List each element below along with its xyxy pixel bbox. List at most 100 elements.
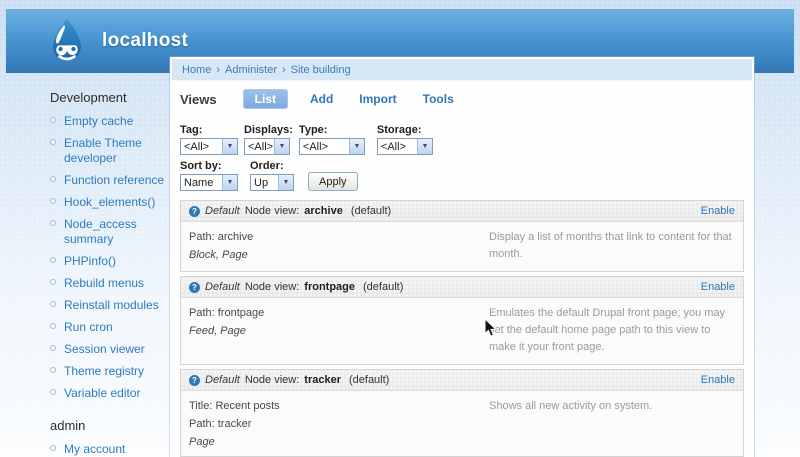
view-row-tracker: ? Default Node view: tracker (default) E… [180,369,744,457]
view-suffix: (default) [348,374,390,387]
view-path: Path: tracker [189,418,252,431]
sidebar-heading-development: Development [50,90,127,105]
breadcrumb-site-building[interactable]: Site building [291,64,351,76]
breadcrumb-administer[interactable]: Administer [225,64,277,76]
circle-bullet-icon [50,367,56,373]
sidebar-item-reinstall-modules[interactable]: Reinstall modules [50,298,168,313]
dropdown-arrow-icon: ▼ [222,175,237,190]
sidebar-link[interactable]: Function reference [64,173,164,188]
dropdown-arrow-icon: ▼ [278,175,293,190]
circle-bullet-icon [50,279,56,285]
view-row-archive: ? Default Node view: archive (default) E… [180,200,744,273]
view-kind-label: Node view: [244,374,300,387]
sidebar-item-my-account[interactable]: My account [50,442,168,457]
sidebar-item-node-access-summary[interactable]: Node_access summary [50,217,168,247]
circle-bullet-icon [50,117,56,123]
sidebar-link[interactable]: Rebuild menus [64,276,144,291]
displays-filter-label: Displays: [244,124,293,136]
displays-select[interactable]: <All> ▼ [244,138,290,155]
view-description: Shows all new activity on system. [489,400,653,413]
circle-bullet-icon [50,445,56,451]
sidebar-item-run-cron[interactable]: Run cron [50,320,168,335]
circle-bullet-icon [50,257,56,263]
view-suffix: (default) [350,205,392,217]
mouse-cursor [484,318,497,337]
sidebar-link[interactable]: Enable Theme developer [64,136,168,166]
view-name: frontpage [304,281,356,294]
circle-bullet-icon [50,323,56,329]
tab-list[interactable]: List [242,89,288,109]
tab-bar: List Add Import Tools [242,89,454,109]
dropdown-arrow-icon: ▼ [222,139,237,154]
tab-tools[interactable]: Tools [423,92,454,106]
sidebar-link[interactable]: Variable editor [64,386,141,401]
enable-link[interactable]: Enable [701,374,735,386]
view-suffix: (default) [363,281,404,294]
sidebar-item-rebuild-menus[interactable]: Rebuild menus [50,276,168,291]
circle-bullet-icon [50,176,56,182]
sidebar-item-hook-elements[interactable]: Hook_elements() [50,195,168,210]
sort-by-label: Sort by: [180,160,222,172]
sidebar-link[interactable]: PHPinfo() [64,254,116,269]
enable-link[interactable]: Enable [701,281,735,293]
order-select[interactable]: Up ▼ [250,174,294,191]
circle-bullet-icon [50,345,56,351]
apply-button[interactable]: Apply [308,172,358,191]
view-type-label: Default [205,281,240,294]
sidebar-link[interactable]: Theme registry [64,364,144,379]
view-displays: Block, Page [189,249,248,261]
sidebar-item-phpinfo[interactable]: PHPinfo() [50,254,168,269]
sidebar-link[interactable]: Hook_elements() [64,195,155,210]
circle-bullet-icon [50,389,56,395]
help-icon[interactable]: ? [189,374,200,386]
storage-filter-label: Storage: [376,124,422,136]
dropdown-arrow-icon: ▼ [348,139,364,154]
view-kind-label: Node view: [244,281,300,294]
drupal-logo-icon [53,19,81,61]
view-path: Path: archive [189,231,254,243]
sidebar-link[interactable]: Reinstall modules [64,298,159,313]
sidebar-link[interactable]: My account [64,442,125,457]
sidebar-link[interactable]: Node_access summary [64,217,168,247]
tag-select[interactable]: <All> ▼ [180,138,238,155]
view-row-frontpage: ? Default Node view: frontpage (default)… [180,276,744,366]
help-icon[interactable]: ? [189,205,200,217]
sidebar-item-function-reference[interactable]: Function reference [50,173,168,188]
view-type-label: Default [205,205,240,217]
sort-by-select[interactable]: Name ▼ [180,174,238,191]
sidebar-heading-admin: admin [50,418,86,433]
storage-select[interactable]: <All> ▼ [376,138,433,155]
views-filters: Tag: <All> ▼ Displays: <All> ▼ Type: <Al… [180,124,744,191]
sidebar-link[interactable]: Run cron [64,320,113,335]
view-path: Path: frontpage [189,307,265,320]
view-name: tracker [304,374,341,387]
main-panel: Home › Administer › Site building Views … [170,57,754,457]
site-title[interactable]: localhost [102,30,188,52]
breadcrumb-separator: › [281,63,286,76]
sidebar-item-session-viewer[interactable]: Session viewer [50,342,168,357]
sidebar-item-empty-cache[interactable]: Empty cache [50,114,168,129]
view-title: Title: Recent posts [189,400,280,413]
tab-add[interactable]: Add [310,92,333,106]
tag-filter-label: Tag: [180,124,203,136]
type-select[interactable]: <All> ▼ [298,138,365,155]
breadcrumb-separator: › [216,63,221,76]
order-label: Order: [250,160,284,172]
sidebar-link[interactable]: Empty cache [64,114,133,129]
enable-link[interactable]: Enable [701,205,735,217]
circle-bullet-icon [50,139,56,145]
view-type-label: Default [205,374,240,387]
circle-bullet-icon [50,301,56,307]
sidebar: Development Empty cache Enable Theme dev… [50,90,168,457]
view-displays: Feed, Page [189,325,246,338]
sidebar-link[interactable]: Session viewer [64,342,145,357]
tab-import[interactable]: Import [359,92,396,106]
sidebar-item-enable-theme-developer[interactable]: Enable Theme developer [50,136,168,166]
sidebar-item-theme-registry[interactable]: Theme registry [50,364,168,379]
sidebar-item-variable-editor[interactable]: Variable editor [50,386,168,401]
help-icon[interactable]: ? [189,281,200,293]
view-name: archive [304,205,343,217]
view-description: Display a list of months that link to co… [489,231,732,261]
breadcrumb: Home › Administer › Site building [172,59,752,81]
breadcrumb-home[interactable]: Home [182,64,211,76]
